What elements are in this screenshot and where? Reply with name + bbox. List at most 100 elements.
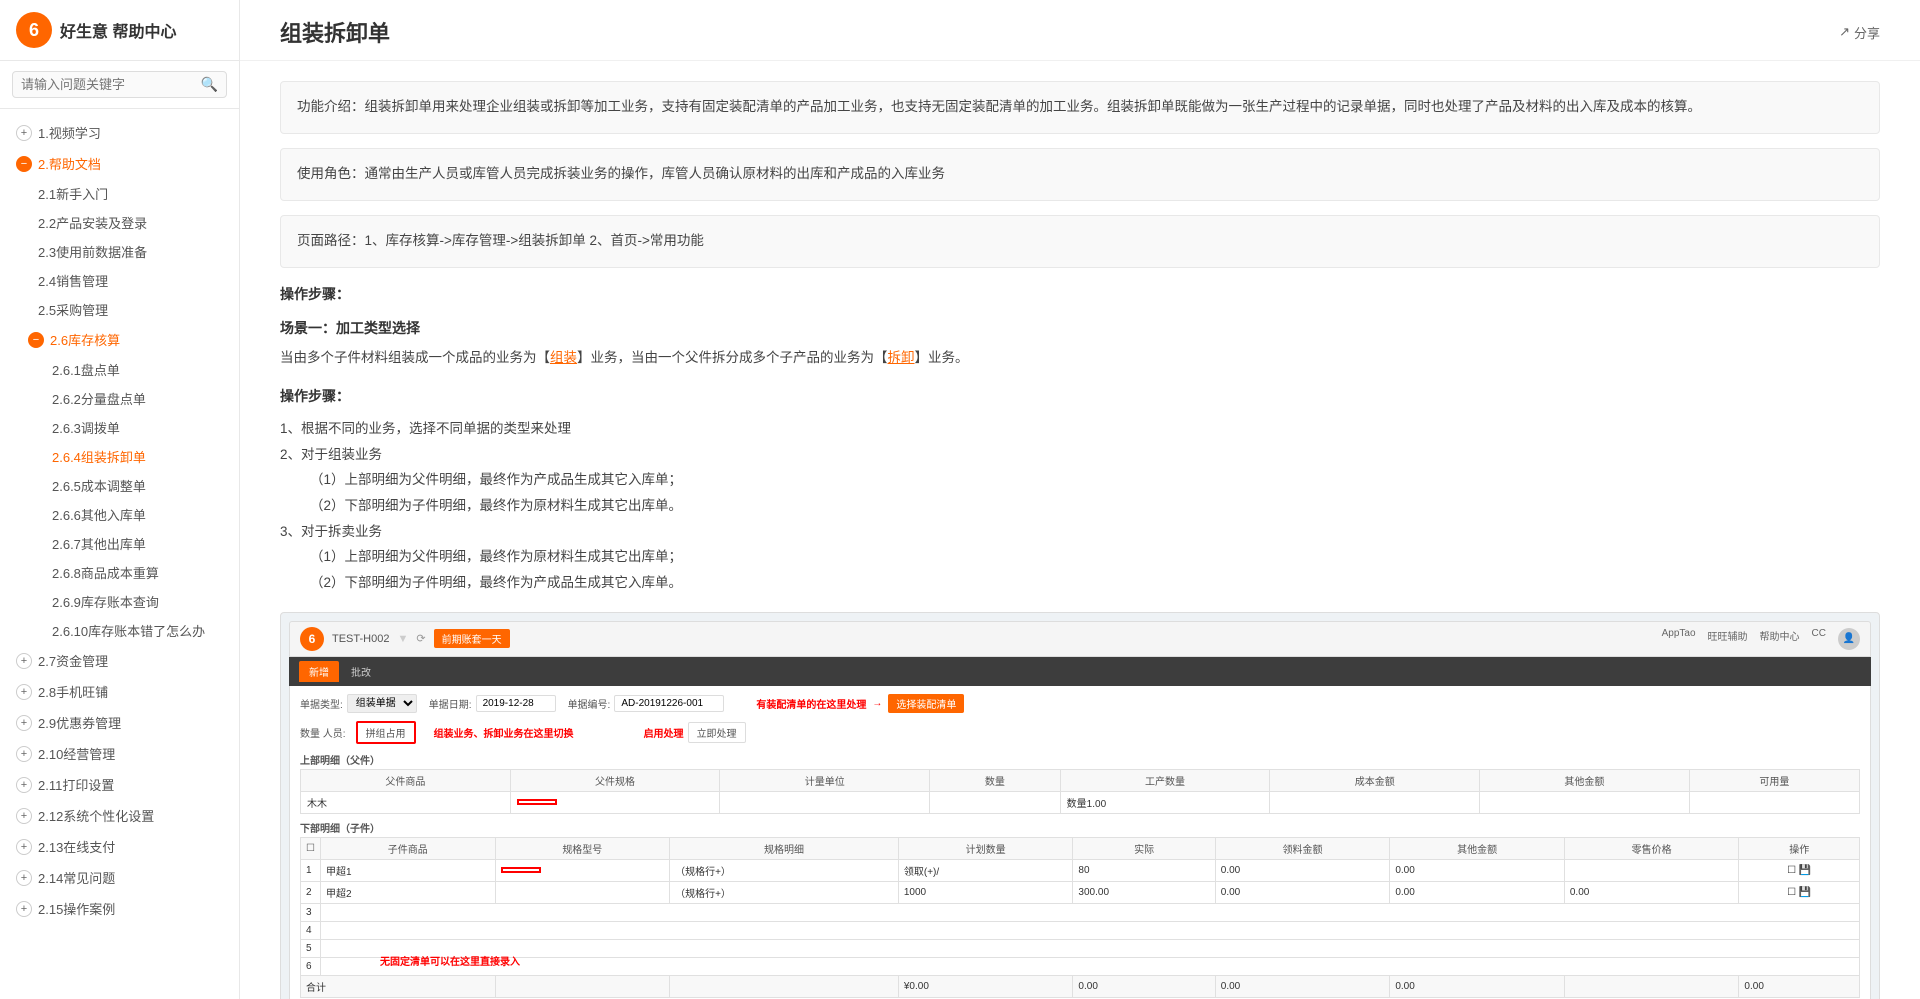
upper-cell-spec xyxy=(510,791,720,813)
sidebar-item-newbie[interactable]: 2.1新手入门 xyxy=(0,179,239,208)
sidebar-item-cost-adjust[interactable]: 2.6.5成本调整单 xyxy=(0,471,239,500)
lower-cell-1-name: 甲超2 xyxy=(321,881,496,903)
sidebar-item-install[interactable]: 2.2产品安装及登录 xyxy=(0,208,239,237)
ops-title: 操作步骤： xyxy=(280,284,1880,304)
sidebar-item-assembly[interactable]: 2.6.4组装拆卸单 xyxy=(0,442,239,471)
sidebar-item-purchase[interactable]: 2.5采购管理 xyxy=(0,295,239,324)
sidebar-item-other-in[interactable]: 2.6.6其他入库单 xyxy=(0,500,239,529)
logo-text: 好生意 帮助中心 xyxy=(60,18,176,42)
form-no-input[interactable] xyxy=(614,695,724,712)
path-block: 页面路径：1、库存核算->库存管理->组装拆卸单 2、首页->常用功能 xyxy=(280,215,1880,268)
sidebar-item-partial-stocktake[interactable]: 2.6.2分量盘点单 xyxy=(0,384,239,413)
step-3: 3、对于拆卖业务 xyxy=(280,519,1880,545)
upper-spec-input[interactable] xyxy=(517,799,557,805)
expand-icon: + xyxy=(16,870,32,886)
arrow-icon-1: → xyxy=(872,698,882,709)
lower-spec-input-0[interactable] xyxy=(501,867,541,873)
annotation-1-text: 有装配清单的在这里处理 xyxy=(756,696,866,711)
sidebar-item-finance[interactable]: + 2.7资金管理 xyxy=(0,645,239,676)
expand-icon: + xyxy=(16,715,32,731)
sidebar-item-label: 2.5采购管理 xyxy=(38,300,108,319)
content-header: 组装拆卸单 ↗ 分享 xyxy=(240,0,1920,61)
sidebar-item-personalize[interactable]: + 2.12系统个性化设置 xyxy=(0,800,239,831)
search-input[interactable] xyxy=(21,77,201,92)
app-prev-btn[interactable]: 前期账套一天 xyxy=(434,629,510,648)
sidebar-item-operations[interactable]: + 2.10经营管理 xyxy=(0,738,239,769)
sidebar-item-label: 2.6.4组装拆卸单 xyxy=(52,447,146,466)
expand-icon: + xyxy=(16,684,32,700)
app-tab-edit[interactable]: 批改 xyxy=(341,661,381,682)
upper-th-7: 可用量 xyxy=(1689,769,1859,791)
sidebar-item-faq[interactable]: + 2.14常见问题 xyxy=(0,862,239,893)
logo-icon: 6 xyxy=(16,12,52,48)
sidebar-item-label: 2.6.7其他出库单 xyxy=(52,534,146,553)
role-text: 使用角色：通常由生产人员或库管人员完成拆装业务的操作，库管人员确认原材料的出库和… xyxy=(297,166,945,181)
upper-cell-qty xyxy=(930,791,1061,813)
sidebar-item-label: 2.6.3调拨单 xyxy=(52,418,120,437)
step-3-2: （2）下部明细为子件明细，最终作为产成品生成其它入库单。 xyxy=(310,570,1880,596)
lower-table: ☐ 子件商品 规格型号 规格明细 计划数量 实际 领料金额 其他金额 零售价格 xyxy=(300,837,1860,998)
sidebar-item-payment[interactable]: + 2.13在线支付 xyxy=(0,831,239,862)
lower-row-0-ops: ☐ 💾 xyxy=(1739,859,1860,881)
expand-icon: + xyxy=(16,901,32,917)
sidebar-item-other-out[interactable]: 2.6.7其他出库单 xyxy=(0,529,239,558)
sidebar-item-mobile[interactable]: + 2.8手机旺铺 xyxy=(0,676,239,707)
sidebar-item-cost-recalc[interactable]: 2.6.8商品成本重算 xyxy=(0,558,239,587)
form-no-label: 单据编号: xyxy=(568,696,611,711)
sidebar-item-stocktake[interactable]: 2.6.1盘点单 xyxy=(0,355,239,384)
upper-th-3: 数量 xyxy=(930,769,1061,791)
sidebar-item-label: 2.1新手入门 xyxy=(38,184,108,203)
form-type-select[interactable]: 组装单据 xyxy=(347,694,417,713)
lower-th-6: 其他金额 xyxy=(1390,837,1565,859)
sidebar-item-label: 2.6.10库存账本错了怎么办 xyxy=(52,621,205,640)
expand-icon: + xyxy=(16,777,32,793)
sidebar-item-label: 2.12系统个性化设置 xyxy=(38,806,154,825)
path-text: 页面路径：1、库存核算->库存管理->组装拆卸单 2、首页->常用功能 xyxy=(297,233,704,248)
lower-table-label: 下部明细（子件） xyxy=(300,820,1860,835)
step-2-1: （1）上部明细为父件明细，最终作为产成品生成其它入库单； xyxy=(310,467,1880,493)
biz-type-label: 拼组占用 xyxy=(366,729,406,740)
sidebar-item-sales[interactable]: 2.4销售管理 xyxy=(0,266,239,295)
link-disassembly[interactable]: 拆卸 xyxy=(888,350,915,365)
share-button[interactable]: ↗ 分享 xyxy=(1839,23,1880,42)
sidebar-item-coupon[interactable]: + 2.9优惠券管理 xyxy=(0,707,239,738)
step-3-sub: （1）上部明细为父件明细，最终作为原材料生成其它出库单； （2）下部明细为子件明… xyxy=(310,544,1880,595)
upper-row-0: 木木 数量1.00 xyxy=(301,791,1860,813)
sidebar-item-ledger-fix[interactable]: 2.6.10库存账本错了怎么办 xyxy=(0,616,239,645)
btn-select-bom[interactable]: 选择装配清单 xyxy=(888,694,964,713)
lower-table-section: 下部明细（子件） xyxy=(300,820,1860,835)
upper-th-6: 其他金额 xyxy=(1480,769,1690,791)
search-icon[interactable]: 🔍 xyxy=(201,76,218,93)
search-wrap[interactable]: 🔍 xyxy=(12,71,227,98)
upper-th-2: 计量单位 xyxy=(720,769,930,791)
sidebar-item-label: 2.3使用前数据准备 xyxy=(38,242,147,261)
btn-enable[interactable]: 立即处理 xyxy=(688,722,746,743)
toggle-group: 数量 人员: xyxy=(300,725,346,740)
sidebar-item-label: 2.13在线支付 xyxy=(38,837,115,856)
sidebar-item-ledger-query[interactable]: 2.6.9库存账本查询 xyxy=(0,587,239,616)
sidebar-item-data-prep[interactable]: 2.3使用前数据准备 xyxy=(0,237,239,266)
expand-icon: + xyxy=(16,653,32,669)
collapse-icon: − xyxy=(16,156,32,172)
expand-icon: + xyxy=(16,839,32,855)
scenario1-desc: 当由多个子件材料组装成一个成品的业务为【组装】业务，当由一个父件拆分成多个子产品… xyxy=(280,346,1880,370)
link-assembly[interactable]: 组装 xyxy=(550,350,577,365)
step-2-2: （2）下部明细为子件明细，最终作为原材料生成其它出库单。 xyxy=(310,493,1880,519)
sidebar-item-cases[interactable]: + 2.15操作案例 xyxy=(0,893,239,924)
sidebar-item-label: 2.6.6其他入库单 xyxy=(52,505,146,524)
sidebar-item-print[interactable]: + 2.11打印设置 xyxy=(0,769,239,800)
content-body: 功能介绍：组装拆卸单用来处理企业组装或拆卸等加工业务，支持有固定装配清单的产品加… xyxy=(240,61,1920,999)
business-type-selector[interactable]: 拼组占用 xyxy=(356,721,416,744)
nav-section: + 1.视频学习 − 2.帮助文档 2.1新手入门 2.2产品安装及登录 2.3… xyxy=(0,109,239,999)
upper-th-4: 工产数量 xyxy=(1060,769,1270,791)
sidebar-item-docs[interactable]: − 2.帮助文档 xyxy=(0,148,239,179)
sidebar-item-label: 2.14常见问题 xyxy=(38,868,115,887)
sidebar-item-video[interactable]: + 1.视频学习 xyxy=(0,117,239,148)
intro-text: 功能介绍：组装拆卸单用来处理企业组装或拆卸等加工业务，支持有固定装配清单的产品加… xyxy=(297,99,1701,114)
sidebar-item-transfer[interactable]: 2.6.3调拨单 xyxy=(0,413,239,442)
sidebar-item-label: 2.11打印设置 xyxy=(38,775,114,794)
app-tab-new[interactable]: 新增 xyxy=(299,661,339,682)
sidebar-item-inventory[interactable]: − 2.6库存核算 xyxy=(0,324,239,355)
lower-th-check: ☐ xyxy=(301,837,321,859)
form-date-input[interactable] xyxy=(476,695,556,712)
